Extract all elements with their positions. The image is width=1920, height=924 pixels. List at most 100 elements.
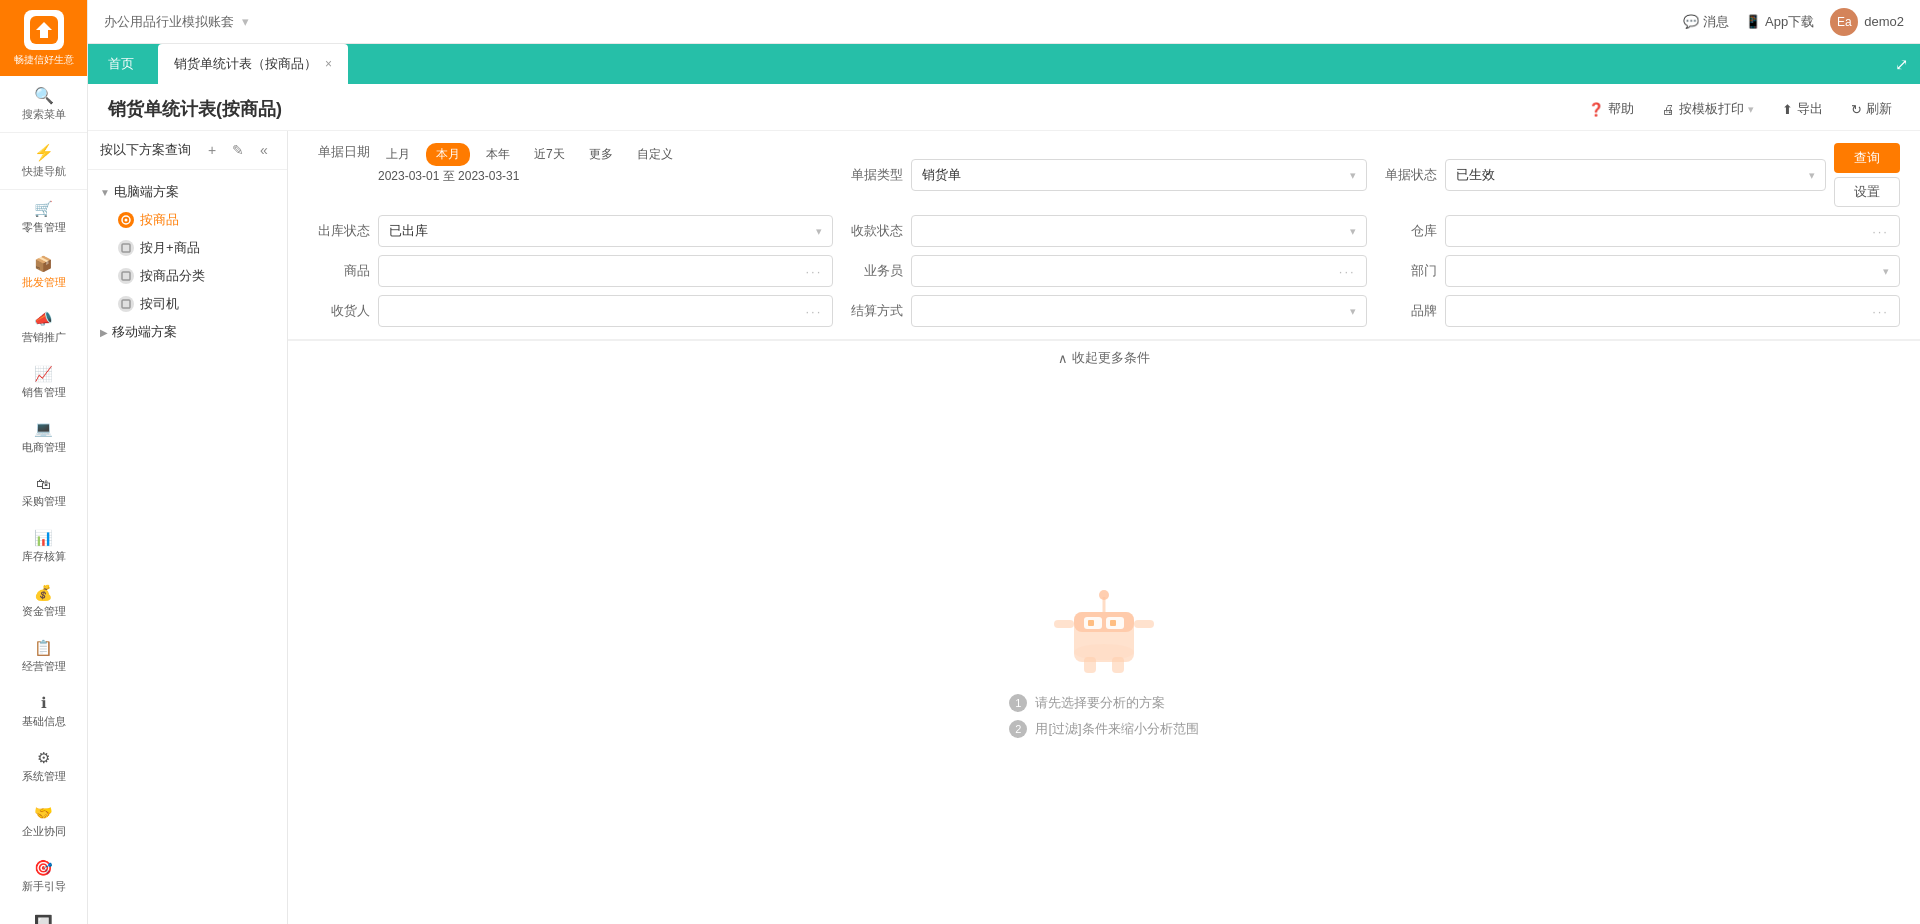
help-btn[interactable]: ❓ 帮助	[1580, 96, 1642, 122]
filter-cell-warehouse: 仓库 ···	[1375, 215, 1900, 247]
tree-child-by-goods[interactable]: 按商品	[88, 206, 287, 234]
tab-close-btn[interactable]: ×	[325, 57, 332, 71]
edit-scheme-btn[interactable]: ✎	[227, 139, 249, 161]
tree-child-icon-month-goods	[118, 240, 134, 256]
doc-type-chevron: ▾	[1350, 169, 1356, 182]
user-btn[interactable]: Ea demo2	[1830, 8, 1904, 36]
sidebar-search[interactable]: 🔍 搜索菜单	[0, 76, 87, 133]
doc-type-value: 销货单	[922, 166, 961, 184]
date-range-display: 2023-03-01 至 2023-03-31	[378, 168, 833, 185]
avatar: Ea	[1830, 8, 1858, 36]
refresh-btn[interactable]: ↻ 刷新	[1843, 96, 1900, 122]
date-cur-month-btn[interactable]: 本月	[426, 143, 470, 166]
date-filter-controls: 上月 本月 本年 近7天 更多 自定义 2023-03-01 至 2023-03…	[378, 143, 833, 185]
refresh-label: 刷新	[1866, 100, 1892, 118]
sidebar-item-system[interactable]: ⚙ 系统管理	[0, 739, 87, 794]
settlement-select[interactable]: ▾	[911, 295, 1366, 327]
payment-select[interactable]: ▾	[911, 215, 1366, 247]
tab-expand-btn[interactable]: ⤢	[1883, 55, 1920, 74]
settings-btn[interactable]: 设置	[1834, 177, 1900, 207]
brand-input[interactable]: ···	[1445, 295, 1900, 327]
tree-child-goods-category[interactable]: 按商品分类	[88, 262, 287, 290]
sidebar-item-marketing[interactable]: 📣 营销推广	[0, 300, 87, 355]
doc-status-chevron: ▾	[1809, 169, 1815, 182]
collapse-bar[interactable]: ∧ 收起更多条件	[288, 340, 1920, 375]
filter-cell-recipient: 收货人 ···	[308, 295, 833, 327]
warehouse-input[interactable]: ···	[1445, 215, 1900, 247]
filter-cell-goods: 商品 ···	[308, 255, 833, 287]
print-btn[interactable]: 🖨 按模板打印 ▾	[1654, 96, 1762, 122]
sidebar-item-finance[interactable]: 💰 资金管理	[0, 574, 87, 629]
goods-input[interactable]: ···	[378, 255, 833, 287]
sidebar-item-wholesale[interactable]: 📦 批发管理	[0, 245, 87, 300]
salesperson-input[interactable]: ···	[911, 255, 1366, 287]
tree-parent-mobile[interactable]: ▶ 移动端方案	[88, 318, 287, 346]
left-panel-header: 按以下方案查询 + ✎ «	[88, 131, 287, 170]
sidebar-item-retail[interactable]: 🛒 零售管理	[0, 190, 87, 245]
date-7days-btn[interactable]: 近7天	[526, 143, 573, 166]
sidebar-menu: 🛒 零售管理 📦 批发管理 📣 营销推广 📈 销售管理 💻 电商管理 🛍 采购管…	[0, 190, 87, 924]
collapse-panel-btn[interactable]: «	[253, 139, 275, 161]
doc-status-label: 单据状态	[1375, 166, 1445, 184]
sidebar-item-purchase[interactable]: 🛍 采购管理	[0, 465, 87, 519]
tip2-num: 2	[1009, 720, 1027, 738]
sidebar-item-inventory[interactable]: 📊 库存核算	[0, 519, 87, 574]
sidebar-item-guide[interactable]: 🎯 新手引导	[0, 849, 87, 904]
filter-cell-brand: 品牌 ···	[1375, 295, 1900, 327]
tree-child-driver[interactable]: 按司机	[88, 290, 287, 318]
sidebar-item-finance-label: 资金管理	[22, 604, 66, 619]
sidebar-item-sales[interactable]: 📈 销售管理	[0, 355, 87, 410]
date-custom-btn[interactable]: 自定义	[629, 143, 681, 166]
filter-cell-date: 单据日期 上月 本月 本年 近7天 更多 自定义	[308, 143, 833, 207]
sidebar-item-basic-info[interactable]: ℹ 基础信息	[0, 684, 87, 739]
sidebar-item-operations[interactable]: 📋 经营管理	[0, 629, 87, 684]
date-cur-year-btn[interactable]: 本年	[478, 143, 518, 166]
filter-row-2: 出库状态 已出库 ▾ 收款状态 ▾	[308, 215, 1900, 247]
print-icon: 🖨	[1662, 102, 1675, 117]
app-download-btn[interactable]: 📱 App下载	[1745, 13, 1814, 31]
department-select[interactable]: ▾	[1445, 255, 1900, 287]
doc-status-select[interactable]: 已生效 ▾	[1445, 159, 1826, 191]
tree-child-month-goods[interactable]: 按月+商品	[88, 234, 287, 262]
goods-label: 商品	[308, 262, 378, 280]
app-download-label: App下载	[1765, 13, 1814, 31]
page-header: 销货单统计表(按商品) ❓ 帮助 🖨 按模板打印 ▾ ⬆ 导出	[88, 84, 1920, 131]
recipient-input[interactable]: ···	[378, 295, 833, 327]
stock-out-label: 出库状态	[308, 222, 378, 240]
sidebar-item-ecom[interactable]: 💻 电商管理	[0, 410, 87, 465]
tree-parent-mobile-label: 移动端方案	[112, 323, 177, 341]
svg-rect-4	[122, 272, 130, 280]
svg-rect-5	[122, 300, 130, 308]
message-btn[interactable]: 💬 消息	[1683, 13, 1729, 31]
date-more-btn[interactable]: 更多	[581, 143, 621, 166]
export-btn[interactable]: ⬆ 导出	[1774, 96, 1831, 122]
breadcrumb: 办公用品行业模拟账套	[104, 13, 234, 31]
stock-out-value: 已出库	[389, 222, 428, 240]
tab-sales-stats[interactable]: 销货单统计表（按商品） ×	[158, 44, 348, 84]
tree-parent-pc[interactable]: ▼ 电脑端方案	[88, 178, 287, 206]
salesperson-label: 业务员	[841, 262, 911, 280]
sidebar-item-basic-info-label: 基础信息	[22, 714, 66, 729]
sidebar-item-ecom-label: 电商管理	[22, 440, 66, 455]
collapse-label: 收起更多条件	[1072, 349, 1150, 367]
sidebar-quicknav[interactable]: ⚡ 快捷导航	[0, 133, 87, 190]
filter-row-4: 收货人 ··· 结算方式 ▾	[308, 295, 1900, 327]
header-right: 💬 消息 📱 App下载 Ea demo2	[1683, 8, 1904, 36]
collapse-icon: «	[260, 142, 268, 158]
left-panel-title: 按以下方案查询	[100, 141, 191, 159]
tab-home[interactable]: 首页	[88, 44, 154, 84]
query-btn[interactable]: 查询	[1834, 143, 1900, 173]
brand-label: 品牌	[1375, 302, 1445, 320]
empty-illustration	[1044, 562, 1164, 682]
sidebar-item-apps[interactable]: 🔲 应用中心	[0, 904, 87, 924]
page-title: 销货单统计表(按商品)	[108, 97, 282, 121]
goods-dots: ···	[805, 264, 822, 279]
recipient-label: 收货人	[308, 302, 378, 320]
tip1-num: 1	[1009, 694, 1027, 712]
add-scheme-btn[interactable]: +	[201, 139, 223, 161]
doc-type-select[interactable]: 销货单 ▾	[911, 159, 1366, 191]
date-prev-month-btn[interactable]: 上月	[378, 143, 418, 166]
stock-out-select[interactable]: 已出库 ▾	[378, 215, 833, 247]
sidebar-item-collab[interactable]: 🤝 企业协同	[0, 794, 87, 849]
logo[interactable]: 畅捷信好生意	[0, 0, 87, 76]
